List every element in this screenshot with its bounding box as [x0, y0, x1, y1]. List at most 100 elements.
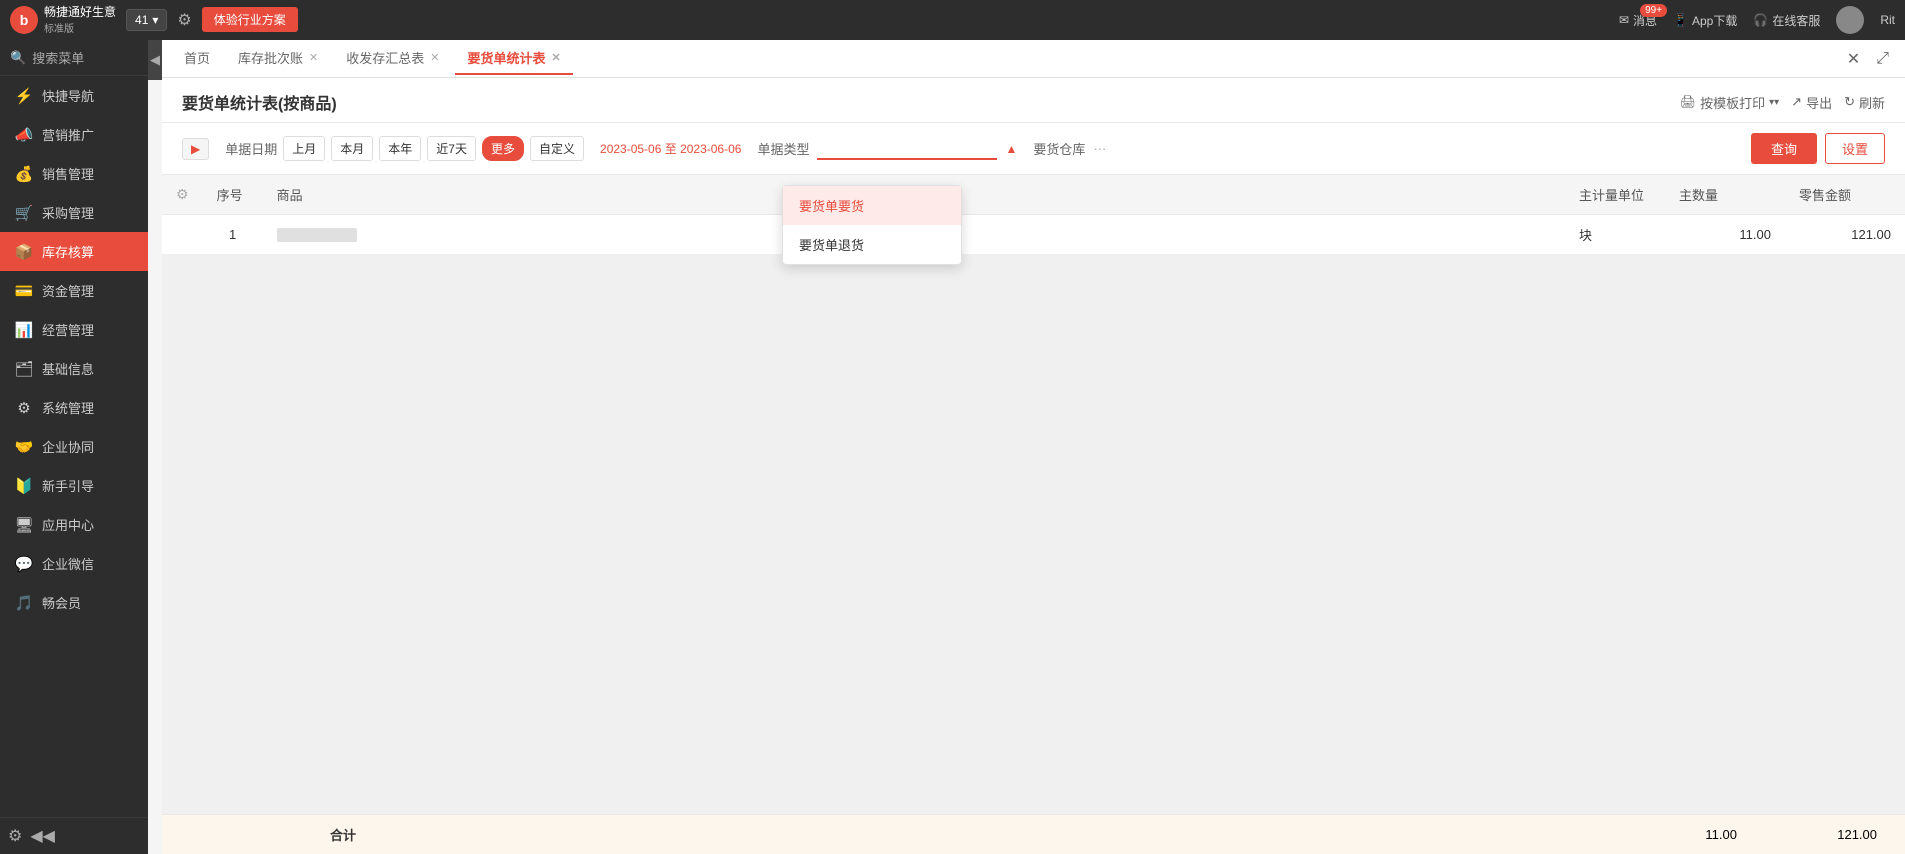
dropdown-item-goods[interactable]: 要货单要货	[783, 186, 961, 225]
this-month-button[interactable]: 本月	[331, 136, 373, 161]
sidebar-item-label: 企业协同	[42, 437, 94, 456]
dropdown-item-return[interactable]: 要货单退货	[783, 225, 961, 264]
tab-close-inventory-batch[interactable]: ✕	[309, 51, 318, 64]
last-month-button[interactable]: 上月	[283, 136, 325, 161]
sidebar-item-label: 应用中心	[42, 515, 94, 534]
col-header-amount: 零售金额	[1785, 175, 1905, 215]
custom-date-button[interactable]: 自定义	[530, 136, 584, 161]
company-selector[interactable]: 41 ▾	[126, 9, 167, 31]
sidebar-bottom: ⚙ ◀◀	[0, 817, 148, 854]
sidebar-item-label: 采购管理	[42, 203, 94, 222]
message-button[interactable]: ✉ 消息 99+	[1619, 12, 1657, 29]
sidebar-item-guide[interactable]: 🔰 新手引导	[0, 466, 148, 505]
tab-home[interactable]: 首页	[172, 42, 222, 75]
sidebar-settings-icon[interactable]: ⚙	[8, 826, 22, 846]
page-actions: 🖨 按模板打印 ▾▾ ↗ 导出 ↻ 刷新	[1680, 93, 1885, 112]
sidebar-item-label: 畅会员	[42, 593, 81, 612]
online-service-button[interactable]: 🎧 在线客服	[1753, 12, 1820, 29]
sidebar-item-basic[interactable]: 🗂 基础信息	[0, 349, 148, 388]
header-settings-icon[interactable]: ⚙	[177, 10, 191, 30]
product-placeholder	[277, 228, 357, 242]
quick-nav-icon: ⚡	[14, 87, 34, 105]
message-badge: 99+	[1640, 4, 1667, 17]
sidebar-item-purchase[interactable]: 🛒 采购管理	[0, 193, 148, 232]
print-icon: 🖨	[1680, 94, 1697, 110]
table-footer: 合计 11.00 121.00	[162, 814, 1905, 854]
header-left: b 畅捷通好生意 标准版 41 ▾ ⚙ 体验行业方案	[10, 5, 298, 34]
app-name: 畅捷通好生意	[44, 5, 116, 19]
sidebar-collapse-icon[interactable]: ◀◀	[30, 826, 55, 846]
sidebar-item-appstore[interactable]: 🖥 应用中心	[0, 505, 148, 544]
message-icon: ✉	[1619, 13, 1629, 27]
collab-icon: 🤝	[14, 438, 34, 456]
tab-close-order[interactable]: ✕	[552, 51, 561, 64]
more-date-button[interactable]: 更多	[482, 136, 524, 161]
warehouse-more-icon[interactable]: ···	[1093, 141, 1106, 156]
tab-order-summary[interactable]: 要货单统计表 ✕	[455, 42, 572, 75]
sidebar-item-marketing[interactable]: 📣 营销推广	[0, 115, 148, 154]
type-filter-input[interactable]	[817, 137, 997, 160]
sidebar-item-quick-nav[interactable]: ⚡ 快捷导航	[0, 76, 148, 115]
sidebar-item-operations[interactable]: 📊 经营管理	[0, 310, 148, 349]
warehouse-filter-label: 要货仓库	[1033, 139, 1085, 158]
refresh-icon: ↻	[1844, 94, 1855, 110]
setting-button[interactable]: 设置	[1825, 133, 1885, 164]
app-download-button[interactable]: 📱 App下载	[1673, 12, 1737, 29]
sidebar-item-sales[interactable]: 💰 销售管理	[0, 154, 148, 193]
top-header: b 畅捷通好生意 标准版 41 ▾ ⚙ 体验行业方案 ✉ 消息 99+ 📱 Ap…	[0, 0, 1905, 40]
footer-total-label: 合计	[316, 825, 356, 844]
col-header-qty: 主数量	[1665, 175, 1785, 215]
date-range-text: 2023-05-06 至 2023-06-06	[600, 140, 741, 157]
tab-inventory-batch[interactable]: 库存批次账 ✕	[226, 42, 330, 75]
content-area: 首页 库存批次账 ✕ 收发存汇总表 ✕ 要货单统计表 ✕ ✕ ⤢ 要	[162, 40, 1905, 854]
inventory-icon: 📦	[14, 243, 34, 261]
tab-bar-actions: ✕ ⤢	[1841, 47, 1895, 71]
sidebar-item-label: 系统管理	[42, 398, 94, 417]
query-button[interactable]: 查询	[1751, 133, 1817, 164]
logo-icon: b	[10, 6, 38, 34]
tab-close-collection[interactable]: ✕	[430, 51, 439, 64]
last-7days-button[interactable]: 近7天	[427, 136, 476, 161]
type-filter-arrow[interactable]: ▲	[1005, 142, 1017, 156]
system-icon: ⚙	[14, 399, 34, 417]
print-button[interactable]: 🖨 按模板打印 ▾▾	[1680, 93, 1780, 112]
date-filter-label: 单据日期	[225, 139, 277, 158]
sales-icon: 💰	[14, 165, 34, 183]
sidebar-item-collab[interactable]: 🤝 企业协同	[0, 427, 148, 466]
this-year-button[interactable]: 本年	[379, 136, 421, 161]
tab-maximize-button[interactable]: ⤢	[1870, 47, 1895, 71]
sidebar-item-system[interactable]: ⚙ 系统管理	[0, 388, 148, 427]
table-settings-icon[interactable]: ⚙	[176, 186, 189, 202]
user-avatar[interactable]	[1836, 6, 1864, 34]
industry-button[interactable]: 体验行业方案	[202, 7, 298, 32]
type-dropdown: 要货单要货 要货单退货	[782, 185, 962, 265]
table-container: ⚙ 序号 商品 主计量单位 主数	[162, 175, 1905, 255]
app-sub: 标准版	[44, 20, 116, 35]
filter-expand-button[interactable]: ▶	[182, 138, 209, 160]
sidebar-item-member[interactable]: 🎵 畅会员	[0, 583, 148, 622]
page-header: 要货单统计表(按商品) 🖨 按模板打印 ▾▾ ↗ 导出 ↻ 刷新	[162, 78, 1905, 123]
tab-close-all-button[interactable]: ✕	[1841, 47, 1866, 71]
sidebar-item-inventory[interactable]: 📦 库存核算	[0, 232, 148, 271]
guide-icon: 🔰	[14, 477, 34, 495]
refresh-button[interactable]: ↻ 刷新	[1844, 93, 1885, 112]
sidebar-item-wechat[interactable]: 💬 企业微信	[0, 544, 148, 583]
sidebar-item-label: 企业微信	[42, 554, 94, 573]
export-icon: ↗	[1791, 94, 1802, 110]
wechat-icon: 💬	[14, 555, 34, 573]
user-name-text: Rit	[1880, 13, 1895, 27]
row-settings-cell	[162, 215, 203, 255]
purchase-icon: 🛒	[14, 204, 34, 222]
tab-collection-summary[interactable]: 收发存汇总表 ✕	[334, 42, 451, 75]
sidebar-search[interactable]: 🔍 搜索菜单	[0, 40, 148, 76]
export-button[interactable]: ↗ 导出	[1791, 93, 1832, 112]
sidebar-item-label: 营销推广	[42, 125, 94, 144]
sidebar-toggle[interactable]: ◀	[148, 40, 162, 80]
sidebar-item-label: 快捷导航	[42, 86, 94, 105]
table-row: 1 块 11.00 121.0	[162, 215, 1905, 255]
table-header-row: ⚙ 序号 商品 主计量单位 主数	[162, 175, 1905, 215]
filter-bar: ▶ 单据日期 上月 本月 本年 近7天 更多 自定义 2023-05-06 至 …	[162, 123, 1905, 175]
sidebar-item-label: 销售管理	[42, 164, 94, 183]
footer-amount: 121.00	[1771, 827, 1891, 842]
sidebar-item-finance[interactable]: 💳 资金管理	[0, 271, 148, 310]
